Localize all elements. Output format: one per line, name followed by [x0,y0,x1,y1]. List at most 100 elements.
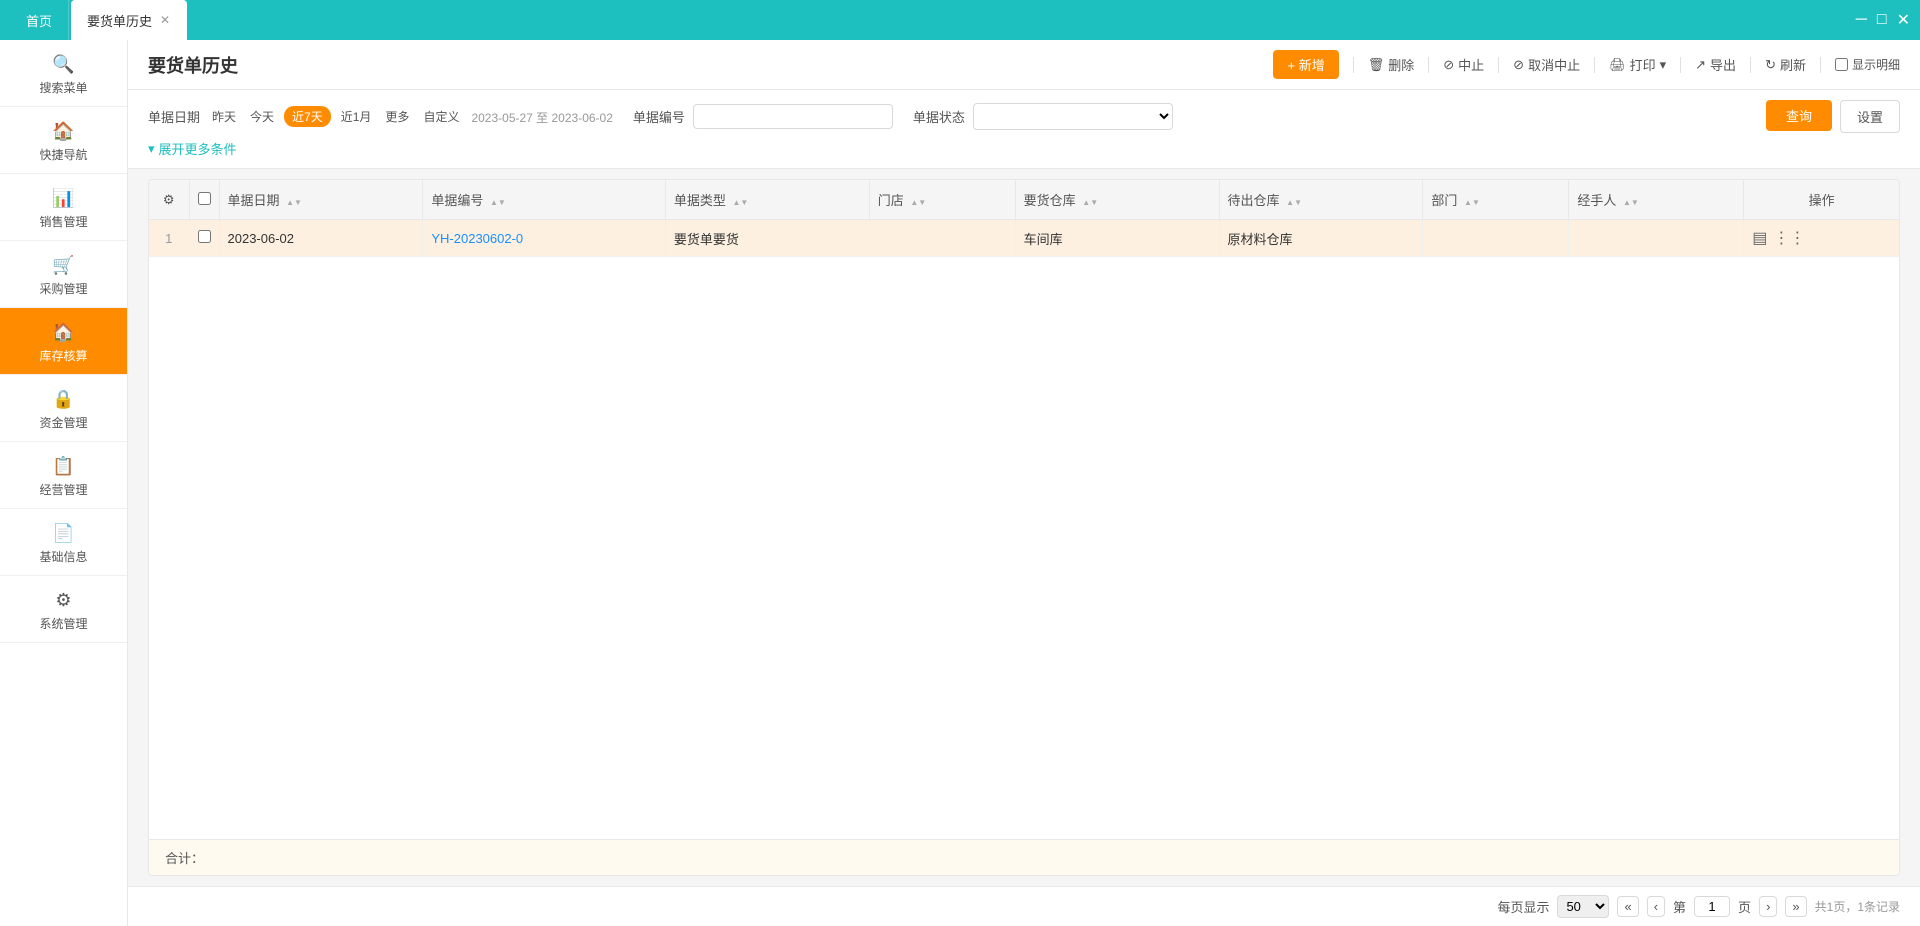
divider-4 [1594,57,1595,73]
top-bar: 首页 要货单历史 ✕ ─ □ ✕ [0,0,1920,40]
cart-icon: 🛒 [52,255,74,276]
table-settings-icon[interactable]: ⚙ [163,192,175,207]
row-handler [1569,220,1744,257]
per-page-select[interactable]: 50 20 100 [1557,895,1609,918]
delete-button[interactable]: 🗑 删除 [1368,55,1415,74]
sort-req-warehouse-icon: ▲▼ [1082,198,1098,207]
print-button[interactable]: 🖨 打印 ▾ [1609,55,1666,74]
settings-button[interactable]: 设置 [1840,100,1900,133]
divider-1 [1353,57,1354,73]
more-icon[interactable]: ⋮⋮ [1773,228,1805,248]
status-filter-select[interactable] [973,103,1173,130]
sidebar: 🔍 搜索菜单 🏠 快捷导航 📊 销售管理 🛒 采购管理 🏠 库存核算 🔒 资金管… [0,40,128,926]
stop-button[interactable]: ⊘ 中止 [1443,55,1484,74]
expand-filter-btn[interactable]: ▾ 展开更多条件 [148,139,1900,158]
first-page-button[interactable]: « [1617,896,1638,917]
table-wrapper: ⚙ 单据日期 ▲▼ 单据编号 ▲▼ [149,180,1899,839]
select-all-checkbox[interactable] [198,192,211,205]
add-button[interactable]: + 新增 [1273,50,1338,79]
row-checkbox[interactable] [198,230,211,243]
filter-bar: 单据日期 昨天 今天 近7天 近1月 更多 自定义 2023-05-27 至 2… [128,90,1920,169]
th-store[interactable]: 门店 ▲▼ [869,180,1015,220]
minimize-icon[interactable]: ─ [1856,11,1867,29]
date-btn-yesterday[interactable]: 昨天 [208,106,240,127]
date-btn-custom[interactable]: 自定义 [419,106,463,127]
cancel-stop-button[interactable]: ⊘ 取消中止 [1513,55,1580,74]
date-btn-today[interactable]: 今天 [246,106,278,127]
divider-6 [1750,57,1751,73]
th-number[interactable]: 单据编号 ▲▼ [423,180,665,220]
date-filter-label: 单据日期 [148,107,200,126]
page-title: 要货单历史 [148,52,238,78]
sidebar-item-operations[interactable]: 📋 经营管理 [0,442,127,509]
sidebar-item-purchase[interactable]: 🛒 采购管理 [0,241,127,308]
expand-icon: ▾ [148,141,155,157]
display-detail-checkbox[interactable] [1835,58,1848,71]
sidebar-item-sales[interactable]: 📊 销售管理 [0,174,127,241]
sort-type-icon: ▲▼ [732,198,748,207]
tab-home[interactable]: 首页 [10,0,69,40]
sort-pending-warehouse-icon: ▲▼ [1286,198,1302,207]
export-icon: ↗ [1695,57,1706,73]
home-icon: 🏠 [52,121,74,142]
th-pending-warehouse[interactable]: 待出仓库 ▲▼ [1219,180,1423,220]
sidebar-item-system[interactable]: ⚙ 系统管理 [0,576,127,643]
stop-icon: ⊘ [1443,57,1454,73]
table-header-row: ⚙ 单据日期 ▲▼ 单据编号 ▲▼ [149,180,1899,220]
table-sum-row: 合计： [149,839,1899,875]
total-info: 共1页，1条记录 [1815,898,1900,915]
sort-handler-icon: ▲▼ [1623,198,1639,207]
th-handler[interactable]: 经手人 ▲▼ [1569,180,1744,220]
prev-page-button[interactable]: ‹ [1647,896,1665,917]
data-table: ⚙ 单据日期 ▲▼ 单据编号 ▲▼ [149,180,1899,257]
filter-row-main: 单据日期 昨天 今天 近7天 近1月 更多 自定义 2023-05-27 至 2… [148,100,1900,133]
close-tab-icon[interactable]: ✕ [160,13,170,27]
main-layout: 🔍 搜索菜单 🏠 快捷导航 📊 销售管理 🛒 采购管理 🏠 库存核算 🔒 资金管… [0,40,1920,926]
sort-date-icon: ▲▼ [286,198,302,207]
divider-2 [1428,57,1429,73]
th-type[interactable]: 单据类型 ▲▼ [665,180,869,220]
export-button[interactable]: ↗ 导出 [1695,55,1736,74]
date-shortcuts: 昨天 今天 近7天 近1月 更多 自定义 [208,106,463,127]
sort-number-icon: ▲▼ [490,198,506,207]
th-checkbox [189,180,219,220]
docno-filter-label: 单据编号 [633,107,685,126]
docno-filter-input[interactable] [693,104,893,129]
last-page-button[interactable]: » [1785,896,1806,917]
view-icon[interactable]: ▤ [1752,228,1767,248]
close-window-icon[interactable]: ✕ [1897,10,1910,30]
table-area: ⚙ 单据日期 ▲▼ 单据编号 ▲▼ [148,179,1900,876]
sidebar-item-finance[interactable]: 🔒 资金管理 [0,375,127,442]
row-date: 2023-06-02 [219,220,423,257]
lock-icon: 🔒 [52,389,74,410]
th-department[interactable]: 部门 ▲▼ [1423,180,1569,220]
row-department [1423,220,1569,257]
sidebar-item-shortcuts[interactable]: 🏠 快捷导航 [0,107,127,174]
row-req-warehouse: 车间库 [1015,220,1219,257]
th-date[interactable]: 单据日期 ▲▼ [219,180,423,220]
sidebar-item-search[interactable]: 🔍 搜索菜单 [0,40,127,107]
date-btn-7days[interactable]: 近7天 [284,106,331,127]
restore-icon[interactable]: □ [1877,11,1887,29]
header-actions: + 新增 🗑 删除 ⊘ 中止 ⊘ 取消中止 🖨 [1273,50,1900,79]
page-input[interactable] [1694,896,1730,917]
sidebar-item-inventory[interactable]: 🏠 库存核算 [0,308,127,375]
sidebar-item-basic-info[interactable]: 📄 基础信息 [0,509,127,576]
row-number-link[interactable]: YH-20230602-0 [431,231,523,246]
filter-docno-item: 单据编号 [633,104,893,129]
tab-purchase-history[interactable]: 要货单历史 ✕ [71,0,187,40]
date-btn-more[interactable]: 更多 [381,106,413,127]
next-page-button[interactable]: › [1759,896,1777,917]
refresh-button[interactable]: ↻ 刷新 [1765,55,1806,74]
display-detail-toggle[interactable]: 显示明细 [1835,56,1900,73]
pagination: 每页显示 50 20 100 « ‹ 第 页 › » 共1页，1条记录 [128,886,1920,926]
th-req-warehouse[interactable]: 要货仓库 ▲▼ [1015,180,1219,220]
top-bar-controls: ─ □ ✕ [1856,10,1910,30]
row-number: YH-20230602-0 [423,220,665,257]
row-index: 1 [149,220,189,257]
th-settings[interactable]: ⚙ [149,180,189,220]
date-btn-1month[interactable]: 近1月 [337,106,376,127]
query-button[interactable]: 查询 [1766,100,1832,131]
page-unit: 页 [1738,897,1751,916]
divider-7 [1820,57,1821,73]
